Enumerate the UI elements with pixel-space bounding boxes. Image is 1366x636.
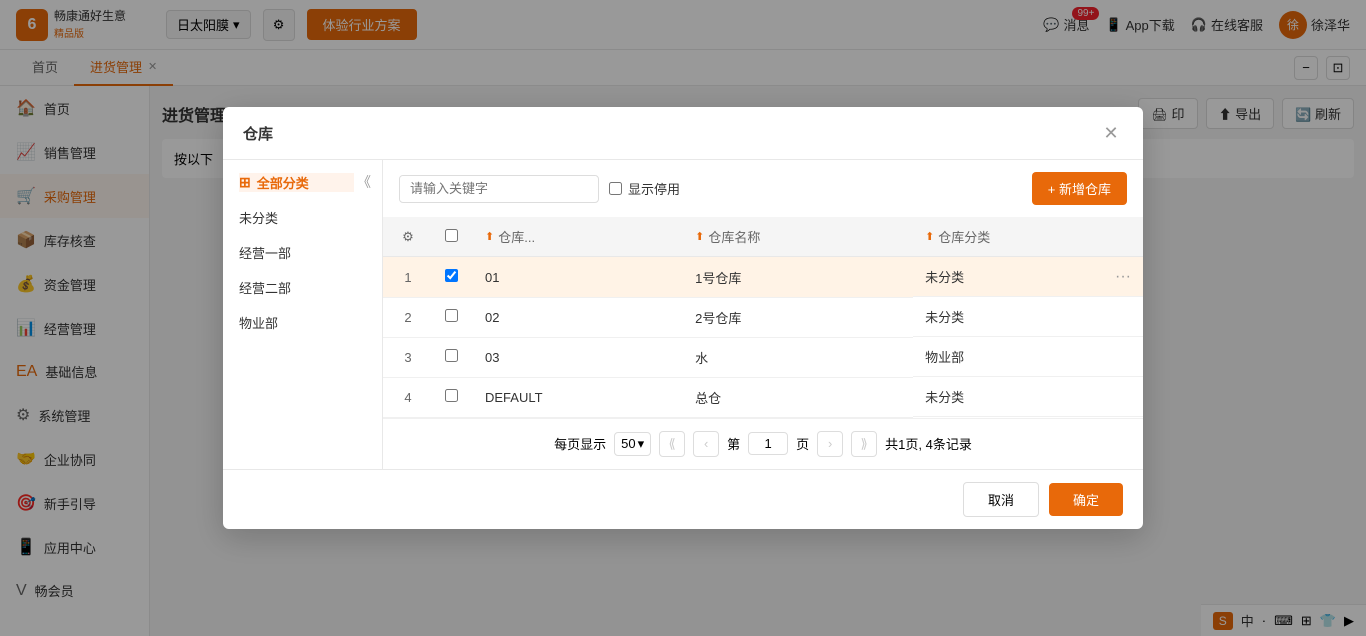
row-checkbox[interactable]: [445, 309, 458, 322]
row-name-cell: 1号仓库: [683, 257, 913, 298]
table-row[interactable]: 4 DEFAULT 总仓 未分类: [383, 377, 1143, 417]
settings-col-header: ⚙: [383, 217, 433, 257]
modal-header: 仓库 ✕: [223, 107, 1143, 160]
show-disabled-checkbox-label[interactable]: 显示停用: [609, 179, 680, 198]
row-category-cell: 未分类 ···: [913, 257, 1143, 297]
cancel-button[interactable]: 取消: [963, 482, 1039, 517]
table-row[interactable]: 3 03 水 物业部: [383, 337, 1143, 377]
row-name-cell: 总仓: [683, 377, 913, 417]
row-code-cell: DEFAULT: [473, 377, 683, 417]
table-header-row: ⚙ ⬆ 仓库...: [383, 217, 1143, 257]
grid-icon: ⊞: [239, 174, 251, 191]
all-categories-label: 全部分类: [257, 173, 309, 192]
row-code-cell: 01: [473, 257, 683, 298]
row-name-cell: 2号仓库: [683, 297, 913, 337]
page-number-input[interactable]: [748, 432, 788, 455]
checkbox-col-header: [433, 217, 473, 257]
category-item-operations1[interactable]: 经营一部: [223, 235, 382, 270]
show-disabled-checkbox[interactable]: [609, 182, 622, 195]
select-all-checkbox[interactable]: [445, 229, 458, 242]
modal-title: 仓库: [243, 123, 273, 144]
search-wrap: 🔍: [399, 175, 599, 203]
row-num-cell: 1: [383, 257, 433, 298]
row-checkbox[interactable]: [445, 349, 458, 362]
warehouse-modal: 仓库 ✕ ⊞ 全部分类 《 未分类 经营一部: [223, 107, 1143, 529]
row-checkbox-cell[interactable]: [433, 337, 473, 377]
first-page-button[interactable]: ⟪: [659, 431, 685, 457]
pagination-summary: 共1页, 4条记录: [885, 434, 972, 453]
modal-footer: 取消 确定: [223, 469, 1143, 529]
modal-body: ⊞ 全部分类 《 未分类 经营一部 经营二部 物业部: [223, 160, 1143, 469]
code-col-header: ⬆ 仓库...: [473, 217, 683, 257]
row-more-button[interactable]: ···: [1115, 268, 1131, 286]
row-checkbox[interactable]: [445, 389, 458, 402]
all-categories-item[interactable]: ⊞ 全部分类: [239, 173, 354, 192]
category-label: 经营一部: [239, 243, 291, 262]
row-checkbox-cell[interactable]: [433, 297, 473, 337]
confirm-button[interactable]: 确定: [1049, 483, 1123, 516]
sort-icon: ⬆: [925, 230, 934, 243]
table-row[interactable]: 1 01 1号仓库 未分类 ···: [383, 257, 1143, 298]
toolbar-left: 🔍 显示停用: [399, 175, 680, 203]
modal-category-sidebar: ⊞ 全部分类 《 未分类 经营一部 经营二部 物业部: [223, 160, 383, 469]
sort-icon: ⬆: [695, 230, 704, 243]
per-page-select[interactable]: 50 ▾: [614, 432, 651, 456]
dropdown-icon: ▾: [638, 436, 645, 452]
category-label: 物业部: [239, 313, 278, 332]
row-checkbox-cell[interactable]: [433, 377, 473, 417]
row-num-cell: 4: [383, 377, 433, 417]
settings-icon: ⚙: [402, 229, 414, 244]
per-page-label: 每页显示: [554, 434, 606, 453]
row-name-cell: 水: [683, 337, 913, 377]
row-code-cell: 03: [473, 337, 683, 377]
page-unit: 页: [796, 434, 809, 453]
category-item-uncategorized[interactable]: 未分类: [223, 200, 382, 235]
name-col-header: ⬆ 仓库名称: [683, 217, 913, 257]
sort-icon: ⬆: [485, 230, 494, 243]
row-category-cell: 物业部: [913, 337, 1143, 377]
row-num-cell: 2: [383, 297, 433, 337]
row-checkbox[interactable]: [445, 269, 458, 282]
last-page-button[interactable]: ⟫: [851, 431, 877, 457]
category-col-header: ⬆ 仓库分类: [913, 217, 1143, 257]
collapse-button[interactable]: 《: [354, 172, 374, 192]
modal-toolbar: 🔍 显示停用 + 新增仓库: [383, 160, 1143, 217]
modal-close-button[interactable]: ✕: [1099, 121, 1123, 145]
category-label: 未分类: [239, 208, 278, 227]
next-page-button[interactable]: ›: [817, 431, 843, 457]
modal-overlay: 仓库 ✕ ⊞ 全部分类 《 未分类 经营一部: [0, 0, 1366, 636]
row-category-cell: 未分类: [913, 297, 1143, 337]
row-num-cell: 3: [383, 337, 433, 377]
show-disabled-label: 显示停用: [628, 179, 680, 198]
category-item-property[interactable]: 物业部: [223, 305, 382, 340]
category-item-operations2[interactable]: 经营二部: [223, 270, 382, 305]
row-checkbox-cell[interactable]: [433, 257, 473, 298]
row-category-cell: 未分类: [913, 377, 1143, 417]
prev-page-button[interactable]: ‹: [693, 431, 719, 457]
modal-sidebar-top: ⊞ 全部分类 《: [223, 172, 382, 200]
category-label: 经营二部: [239, 278, 291, 297]
add-warehouse-button[interactable]: + 新增仓库: [1032, 172, 1127, 205]
pagination-bar: 每页显示 50 ▾ ⟪ ‹ 第 页 › ⟫ 共1页, 4条记录: [383, 418, 1143, 469]
row-code-cell: 02: [473, 297, 683, 337]
table-row[interactable]: 2 02 2号仓库 未分类: [383, 297, 1143, 337]
per-page-value: 50: [621, 436, 635, 451]
search-button[interactable]: 🔍: [596, 176, 599, 202]
warehouse-table: ⚙ ⬆ 仓库...: [383, 217, 1143, 418]
modal-right-content: 🔍 显示停用 + 新增仓库: [383, 160, 1143, 469]
search-input[interactable]: [400, 176, 596, 201]
page-label: 第: [727, 434, 740, 453]
